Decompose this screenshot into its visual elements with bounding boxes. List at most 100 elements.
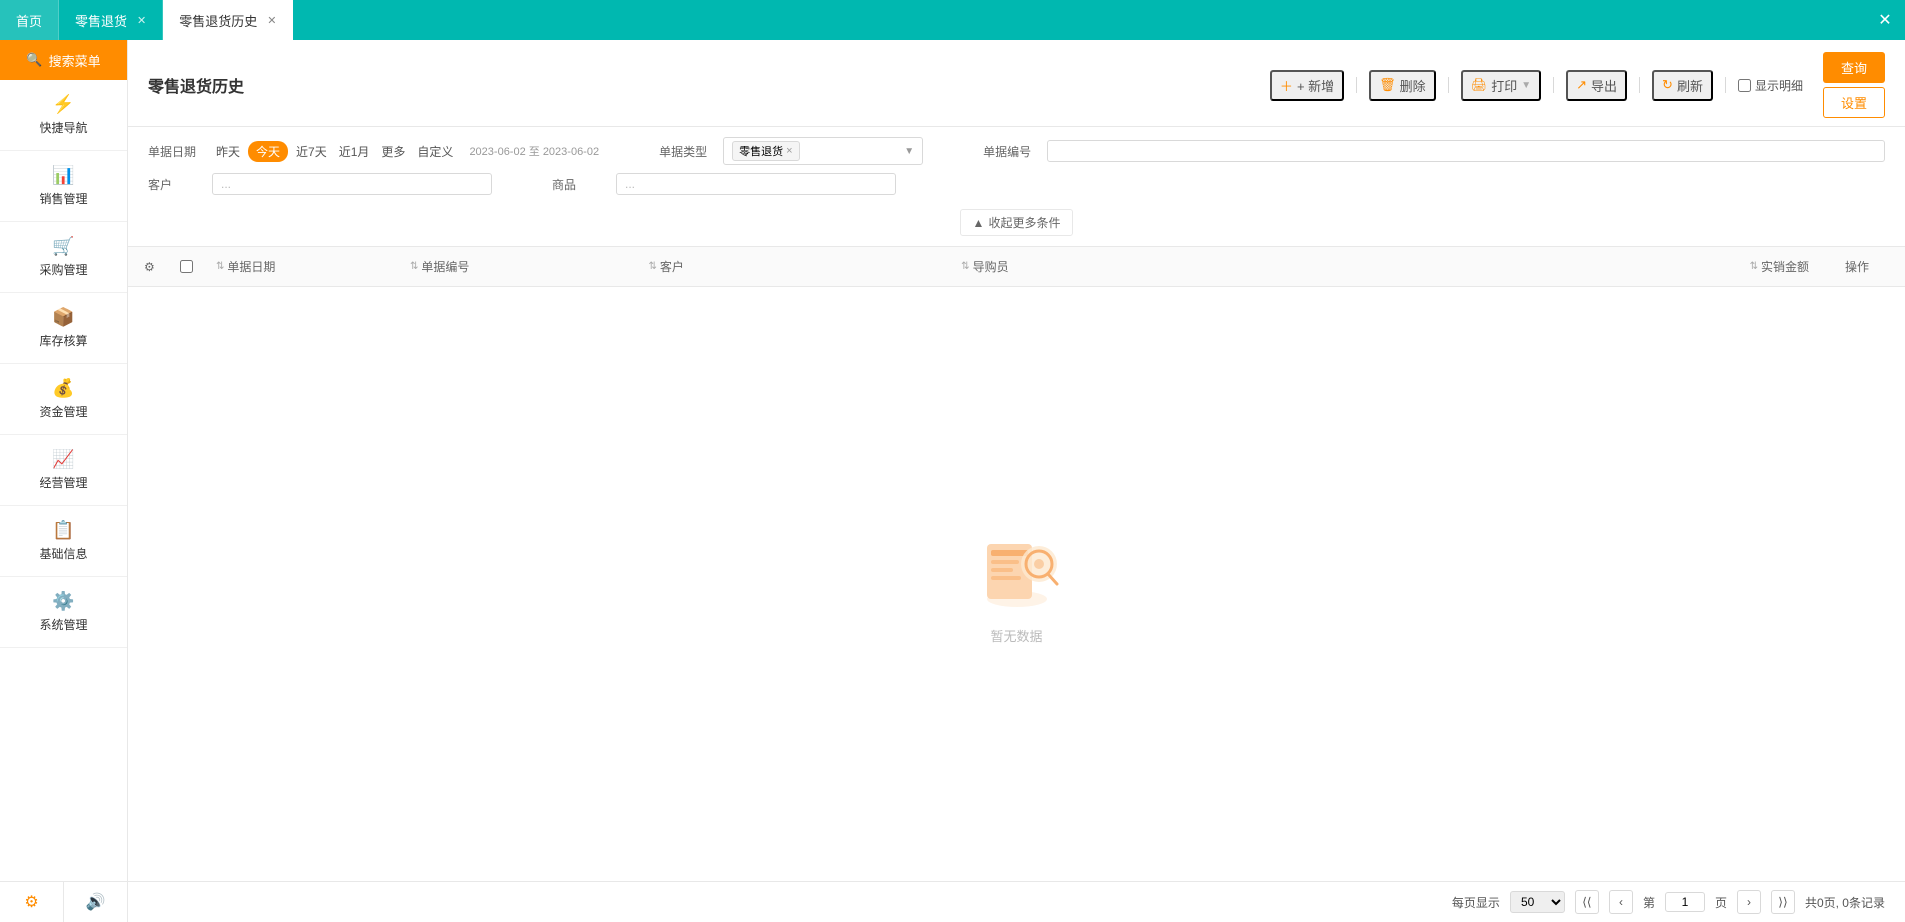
new-label: + 新增 bbox=[1297, 76, 1334, 95]
sidebar-search[interactable]: 🔍 搜索菜单 bbox=[0, 40, 127, 80]
print-button[interactable]: 🖨 打印 ▼ bbox=[1461, 70, 1541, 101]
th-action: 操作 bbox=[1817, 258, 1897, 275]
delete-button[interactable]: 🗑 删除 bbox=[1369, 70, 1436, 101]
th-settings[interactable]: ⚙ bbox=[136, 260, 172, 274]
tab-retail-return-history-close[interactable]: ✕ bbox=[267, 14, 276, 27]
new-icon: ＋ bbox=[1280, 76, 1293, 95]
filter-row-2: 客户 ... 商品 ... bbox=[148, 173, 1885, 195]
empty-state: 暂无数据 bbox=[128, 287, 1905, 881]
sidebar-item-sales-mgmt[interactable]: 📊 销售管理 bbox=[0, 151, 127, 222]
date-btn-yesterday[interactable]: 昨天 bbox=[212, 141, 244, 162]
refresh-icon: ↻ bbox=[1662, 77, 1673, 93]
sidebar-item-operations[interactable]: 📈 经营管理 bbox=[0, 435, 127, 506]
main-layout: 🔍 搜索菜单 ⚡ 快捷导航 📊 销售管理 🛒 采购管理 📦 库存核算 💰 资金管… bbox=[0, 40, 1905, 922]
last-page-button[interactable]: ⟩⟩ bbox=[1771, 890, 1795, 914]
sidebar-item-purchase-mgmt[interactable]: 🛒 采购管理 bbox=[0, 222, 127, 293]
bill-type-tag-remove[interactable]: × bbox=[786, 145, 792, 157]
sort-amount-icon: ⇅ bbox=[1750, 261, 1758, 272]
settings-button[interactable]: 设置 bbox=[1823, 87, 1885, 118]
sidebar-item-operations-label: 经营管理 bbox=[39, 474, 87, 491]
sidebar-bottom: ⚙ 🔊 bbox=[0, 881, 127, 922]
collapse-label: 收起更多条件 bbox=[988, 214, 1060, 231]
tab-retail-return[interactable]: 零售退货 ✕ bbox=[59, 0, 163, 40]
query-button[interactable]: 查询 bbox=[1823, 52, 1885, 83]
empty-illustration bbox=[967, 524, 1067, 614]
tab-home-label: 首页 bbox=[16, 11, 42, 30]
divider-2 bbox=[1448, 77, 1449, 93]
divider-3 bbox=[1553, 77, 1554, 93]
date-btn-today[interactable]: 今天 bbox=[248, 141, 288, 162]
filter-goods: 商品 ... bbox=[552, 173, 896, 195]
page-unit: 页 bbox=[1715, 894, 1727, 911]
sort-guide-icon: ⇅ bbox=[961, 261, 969, 272]
customer-select[interactable]: ... bbox=[212, 173, 492, 195]
first-page-button[interactable]: ⟨⟨ bbox=[1575, 890, 1599, 914]
divider-5 bbox=[1725, 77, 1726, 93]
filter-area: 单据日期 昨天 今天 近7天 近1月 更多 自定义 2023-06-02 至 2… bbox=[128, 127, 1905, 247]
page-number-input[interactable] bbox=[1665, 892, 1705, 912]
date-range-display: 2023-06-02 至 2023-06-02 bbox=[469, 143, 599, 159]
date-btn-7days[interactable]: 近7天 bbox=[292, 141, 331, 162]
sidebar-settings-button[interactable]: ⚙ bbox=[0, 882, 64, 922]
per-page-select[interactable]: 50 10 20 100 bbox=[1510, 891, 1565, 913]
sidebar-item-basic-info[interactable]: 📋 基础信息 bbox=[0, 506, 127, 577]
table-container: ⚙ ⇅ 单据日期 ⇅ 单据编号 ⇅ 客户 ⇅ 导购员 bbox=[128, 247, 1905, 881]
th-date[interactable]: ⇅ 单据日期 bbox=[208, 258, 402, 275]
goods-select[interactable]: ... bbox=[616, 173, 896, 195]
display-detail-label: 显示明细 bbox=[1755, 77, 1803, 94]
sidebar-item-finance[interactable]: 💰 资金管理 bbox=[0, 364, 127, 435]
settings-icon: ⚙ bbox=[24, 892, 38, 912]
th-guide-label: 导购员 bbox=[973, 258, 1009, 275]
customer-ellipsis: ... bbox=[221, 177, 231, 191]
inventory-icon: 📦 bbox=[52, 307, 74, 328]
th-bill[interactable]: ⇅ 单据编号 bbox=[402, 258, 641, 275]
bill-number-input[interactable] bbox=[1047, 140, 1885, 162]
next-page-button[interactable]: › bbox=[1737, 890, 1761, 914]
sort-date-icon: ⇅ bbox=[216, 261, 224, 272]
purchase-mgmt-icon: 🛒 bbox=[52, 236, 74, 257]
display-detail-input[interactable] bbox=[1738, 79, 1751, 92]
th-customer[interactable]: ⇅ 客户 bbox=[641, 258, 954, 275]
collapse-up-icon: ▲ bbox=[973, 216, 985, 230]
display-detail-checkbox[interactable]: 显示明细 bbox=[1738, 77, 1803, 94]
export-label: 导出 bbox=[1591, 76, 1617, 95]
finance-icon: 💰 bbox=[52, 378, 74, 399]
bill-type-tag-text: 零售退货 bbox=[739, 143, 783, 159]
date-btn-custom[interactable]: 自定义 bbox=[413, 141, 457, 162]
bill-type-tag: 零售退货 × bbox=[732, 141, 799, 161]
th-checkbox[interactable] bbox=[172, 260, 208, 273]
filter-bill-date: 单据日期 昨天 今天 近7天 近1月 更多 自定义 2023-06-02 至 2… bbox=[148, 141, 599, 162]
sales-mgmt-icon: 📊 bbox=[52, 165, 74, 186]
date-btn-1month[interactable]: 近1月 bbox=[335, 141, 374, 162]
bill-type-label: 单据类型 bbox=[659, 143, 715, 160]
tab-home[interactable]: 首页 bbox=[0, 0, 59, 40]
sidebar-item-sys-mgmt-label: 系统管理 bbox=[39, 616, 87, 633]
sidebar-item-sales-label: 销售管理 bbox=[39, 190, 87, 207]
sidebar-item-quick-nav[interactable]: ⚡ 快捷导航 bbox=[0, 80, 127, 151]
select-all-checkbox[interactable] bbox=[180, 260, 193, 273]
tab-retail-return-close[interactable]: ✕ bbox=[137, 14, 146, 27]
export-button[interactable]: ↗ 导出 bbox=[1566, 70, 1627, 101]
sidebar-item-inventory-label: 库存核算 bbox=[39, 332, 87, 349]
window-close-button[interactable]: ✕ bbox=[1865, 0, 1905, 40]
sidebar-item-sys-mgmt[interactable]: ⚙️ 系统管理 bbox=[0, 577, 127, 648]
sidebar-item-inventory[interactable]: 📦 库存核算 bbox=[0, 293, 127, 364]
sidebar-volume-button[interactable]: 🔊 bbox=[64, 882, 127, 922]
new-button[interactable]: ＋ + 新增 bbox=[1270, 70, 1344, 101]
th-guide[interactable]: ⇅ 导购员 bbox=[953, 258, 1192, 275]
refresh-button[interactable]: ↻ 刷新 bbox=[1652, 70, 1713, 101]
th-amount[interactable]: ⇅ 实销金额 bbox=[1653, 258, 1817, 275]
filter-customer: 客户 ... bbox=[148, 173, 492, 195]
search-icon: 🔍 bbox=[26, 52, 42, 68]
header-actions: ＋ + 新增 🗑 删除 🖨 打印 ▼ ↗ 导出 bbox=[1270, 52, 1885, 118]
print-chevron-icon: ▼ bbox=[1521, 80, 1531, 91]
date-btn-more[interactable]: 更多 bbox=[377, 141, 409, 162]
per-page-label: 每页显示 bbox=[1452, 894, 1500, 911]
sidebar-search-label: 搜索菜单 bbox=[49, 51, 101, 70]
bill-type-select[interactable]: 零售退货 × ▼ bbox=[723, 137, 923, 165]
refresh-label: 刷新 bbox=[1677, 76, 1703, 95]
customer-label: 客户 bbox=[148, 176, 204, 193]
tab-retail-return-history[interactable]: 零售退货历史 ✕ bbox=[163, 0, 293, 40]
collapse-button[interactable]: ▲ 收起更多条件 bbox=[960, 209, 1074, 236]
prev-page-button[interactable]: ‹ bbox=[1609, 890, 1633, 914]
